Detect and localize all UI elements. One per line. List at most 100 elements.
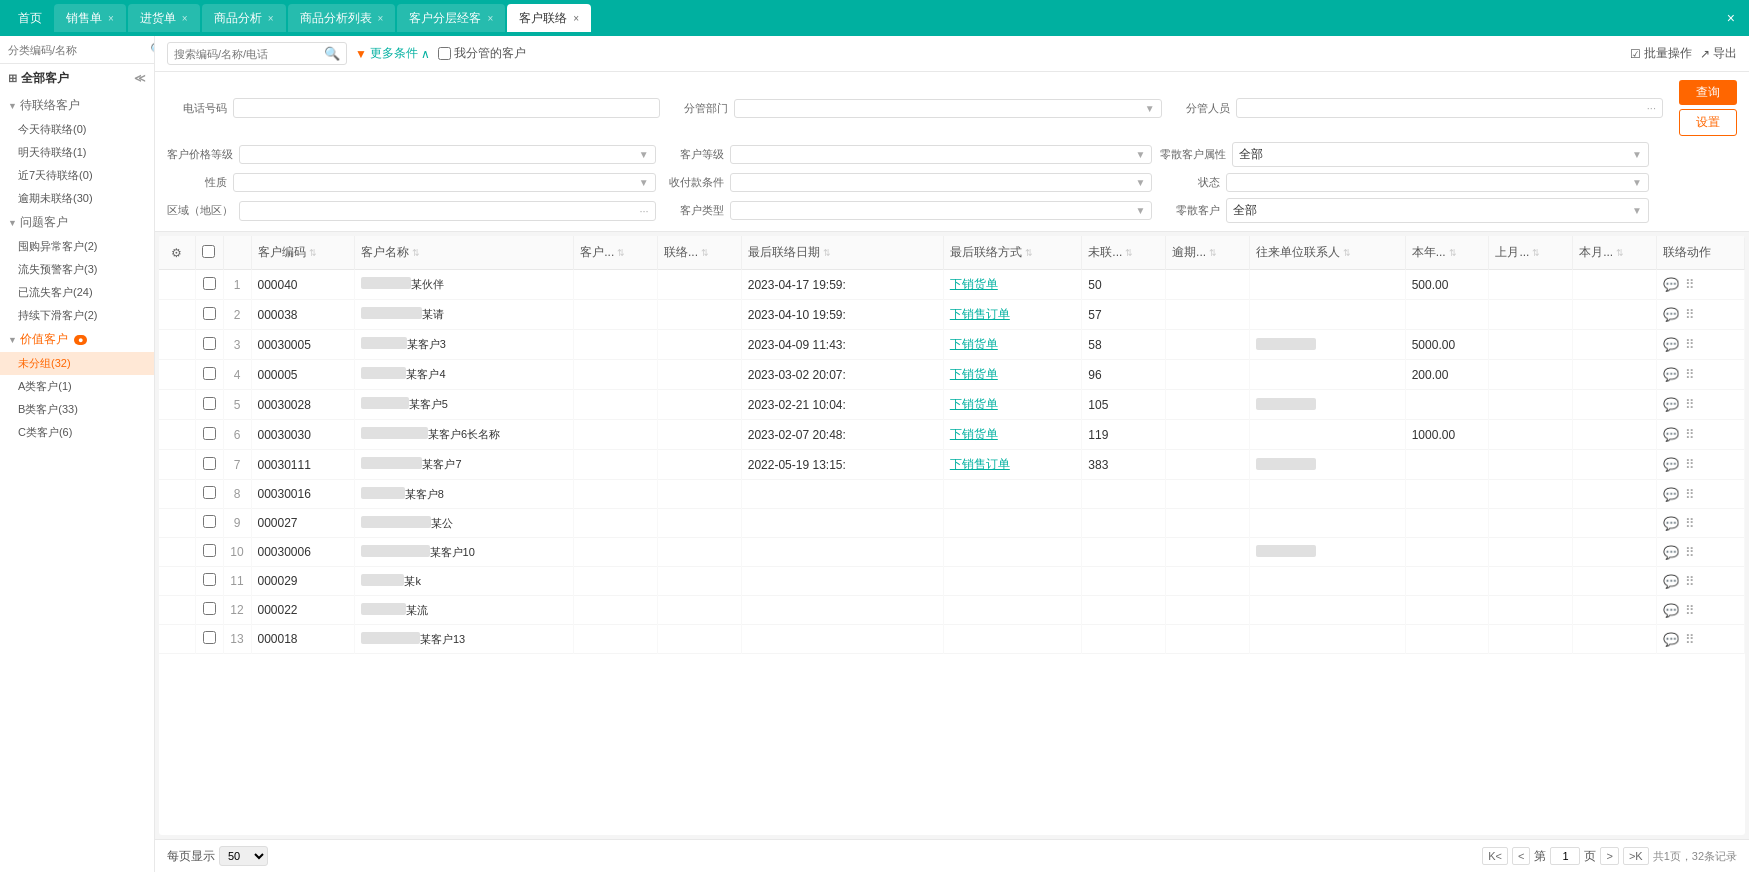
- home-tab[interactable]: 首页: [8, 10, 52, 27]
- more-action-icon[interactable]: ⠿: [1685, 603, 1695, 618]
- row-checkbox[interactable]: [203, 457, 216, 470]
- main-search-input[interactable]: [174, 48, 320, 60]
- prev-page-btn[interactable]: <: [1512, 847, 1530, 865]
- close-product-tab[interactable]: ×: [268, 13, 274, 24]
- dept-select[interactable]: ▼: [734, 99, 1161, 118]
- close-product-list-tab[interactable]: ×: [378, 13, 384, 24]
- chat-icon[interactable]: 💬: [1663, 367, 1679, 382]
- sidebar-item-a-class[interactable]: A类客户(1): [0, 375, 154, 398]
- retail-attr-select[interactable]: 全部 ▼: [1232, 142, 1649, 167]
- chat-icon[interactable]: 💬: [1663, 545, 1679, 560]
- close-all-tabs[interactable]: ×: [1721, 10, 1741, 26]
- more-filters-btn[interactable]: ▼ 更多条件 ∧: [355, 45, 430, 62]
- more-action-icon[interactable]: ⠿: [1685, 337, 1695, 352]
- more-action-icon[interactable]: ⠿: [1685, 277, 1695, 292]
- sidebar-item-churn-warning[interactable]: 流失预警客户(3): [0, 258, 154, 281]
- row-checkbox[interactable]: [203, 427, 216, 440]
- status-select[interactable]: ▼: [1226, 173, 1649, 192]
- chat-icon[interactable]: 💬: [1663, 603, 1679, 618]
- row-checkbox[interactable]: [203, 602, 216, 615]
- chat-icon[interactable]: 💬: [1663, 487, 1679, 502]
- chat-icon[interactable]: 💬: [1663, 574, 1679, 589]
- close-purchase-tab[interactable]: ×: [182, 13, 188, 24]
- sidebar-group-pending[interactable]: ▼ 待联络客户: [0, 93, 154, 118]
- row-checkbox[interactable]: [203, 367, 216, 380]
- chat-icon[interactable]: 💬: [1663, 307, 1679, 322]
- more-action-icon[interactable]: ⠿: [1685, 457, 1695, 472]
- reset-button[interactable]: 设置: [1679, 109, 1737, 136]
- main-search-icon[interactable]: 🔍: [324, 46, 340, 61]
- sidebar-item-overdue-pending[interactable]: 逾期未联络(30): [0, 187, 154, 210]
- row-checkbox[interactable]: [203, 307, 216, 320]
- price-level-select[interactable]: ▼: [239, 145, 656, 164]
- close-customer-tier-tab[interactable]: ×: [487, 13, 493, 24]
- row-checkbox[interactable]: [203, 573, 216, 586]
- more-action-icon[interactable]: ⠿: [1685, 516, 1695, 531]
- chat-icon[interactable]: 💬: [1663, 427, 1679, 442]
- per-page-select[interactable]: 20 50 100: [219, 846, 268, 866]
- settings-icon[interactable]: ⚙: [165, 246, 189, 260]
- th-settings[interactable]: ⚙: [159, 236, 195, 270]
- page-number-input[interactable]: [1550, 847, 1580, 865]
- sidebar-item-today-pending[interactable]: 今天待联络(0): [0, 118, 154, 141]
- sidebar-item-7day-pending[interactable]: 近7天待联络(0): [0, 164, 154, 187]
- row-checkbox[interactable]: [203, 515, 216, 528]
- row-checkbox[interactable]: [203, 337, 216, 350]
- chat-icon[interactable]: 💬: [1663, 337, 1679, 352]
- more-action-icon[interactable]: ⠿: [1685, 574, 1695, 589]
- collapse-icon[interactable]: ≪: [134, 72, 146, 85]
- sidebar-group-problem[interactable]: ▼ 问题客户: [0, 210, 154, 235]
- more-action-icon[interactable]: ⠿: [1685, 397, 1695, 412]
- more-action-icon[interactable]: ⠿: [1685, 632, 1695, 647]
- row-checkbox[interactable]: [203, 486, 216, 499]
- sidebar-item-c-class[interactable]: C类客户(6): [0, 421, 154, 444]
- sidebar-item-ungroup[interactable]: 未分组(32): [0, 352, 154, 375]
- tab-purchase-order[interactable]: 进货单 ×: [128, 4, 200, 32]
- close-sales-tab[interactable]: ×: [108, 13, 114, 24]
- first-page-btn[interactable]: K<: [1482, 847, 1508, 865]
- tab-product-analysis[interactable]: 商品分析 ×: [202, 4, 286, 32]
- close-customer-contact-tab[interactable]: ×: [573, 13, 579, 24]
- customer-level-select[interactable]: ▼: [730, 145, 1153, 164]
- tab-customer-tier[interactable]: 客户分层经客 ×: [397, 4, 505, 32]
- more-action-icon[interactable]: ⠿: [1685, 545, 1695, 560]
- manager-select[interactable]: ···: [1236, 98, 1663, 118]
- sidebar-group-value[interactable]: ▼ 价值客户 ●: [0, 327, 154, 352]
- export-btn[interactable]: ↗ 导出: [1700, 45, 1737, 62]
- more-action-icon[interactable]: ⠿: [1685, 307, 1695, 322]
- chat-icon[interactable]: 💬: [1663, 632, 1679, 647]
- chat-icon[interactable]: 💬: [1663, 457, 1679, 472]
- row-checkbox[interactable]: [203, 277, 216, 290]
- my-customers-checkbox[interactable]: [438, 47, 451, 60]
- chat-icon[interactable]: 💬: [1663, 397, 1679, 412]
- sidebar-item-churned[interactable]: 已流失客户(24): [0, 281, 154, 304]
- more-action-icon[interactable]: ⠿: [1685, 367, 1695, 382]
- nature-select[interactable]: ▼: [233, 173, 656, 192]
- sidebar-item-b-class[interactable]: B类客户(33): [0, 398, 154, 421]
- sidebar-search-input[interactable]: [8, 44, 146, 56]
- last-page-btn[interactable]: >K: [1623, 847, 1649, 865]
- row-checkbox[interactable]: [203, 397, 216, 410]
- tab-product-analysis-list[interactable]: 商品分析列表 ×: [288, 4, 396, 32]
- sidebar-item-declining[interactable]: 持续下滑客户(2): [0, 304, 154, 327]
- row-checkbox[interactable]: [203, 544, 216, 557]
- customer-type-select[interactable]: ▼: [730, 201, 1153, 220]
- payment-select[interactable]: ▼: [730, 173, 1153, 192]
- tab-sales-order[interactable]: 销售单 ×: [54, 4, 126, 32]
- row-checkbox[interactable]: [203, 631, 216, 644]
- next-page-btn[interactable]: >: [1600, 847, 1618, 865]
- select-all-checkbox[interactable]: [202, 245, 215, 258]
- sidebar-item-hoarding[interactable]: 囤购异常客户(2): [0, 235, 154, 258]
- more-action-icon[interactable]: ⠿: [1685, 427, 1695, 442]
- all-customers-header[interactable]: ⊞ 全部客户 ≪: [0, 64, 154, 93]
- retail-customer-select[interactable]: 全部 ▼: [1226, 198, 1649, 223]
- batch-op-btn[interactable]: ☑ 批量操作: [1630, 45, 1692, 62]
- tab-customer-contact[interactable]: 客户联络 ×: [507, 4, 591, 32]
- query-button[interactable]: 查询: [1679, 80, 1737, 105]
- phone-input[interactable]: [233, 98, 660, 118]
- more-action-icon[interactable]: ⠿: [1685, 487, 1695, 502]
- chat-icon[interactable]: 💬: [1663, 516, 1679, 531]
- chat-icon[interactable]: 💬: [1663, 277, 1679, 292]
- region-select[interactable]: ···: [239, 201, 656, 221]
- sidebar-item-tomorrow-pending[interactable]: 明天待联络(1): [0, 141, 154, 164]
